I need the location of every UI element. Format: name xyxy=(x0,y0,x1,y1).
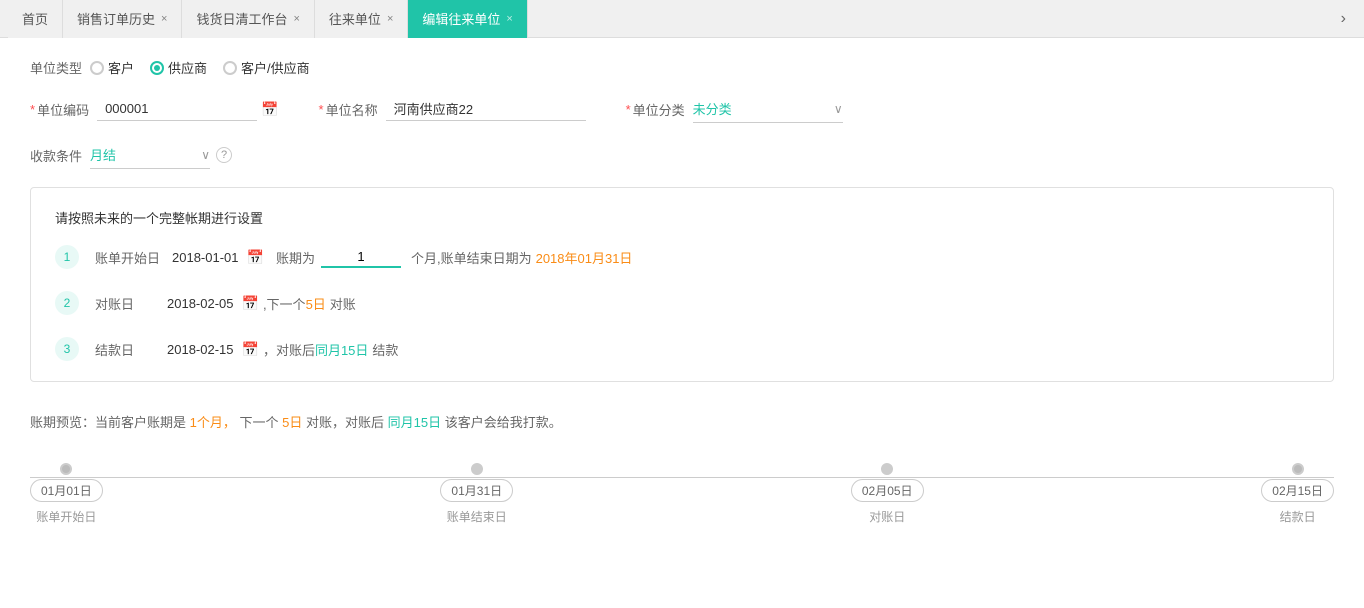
radio-supplier-label: 供应商 xyxy=(168,58,207,77)
tl-date-0: 01月01日 xyxy=(30,479,103,502)
tl-point-1: 01月31日 账单结束日 xyxy=(440,463,513,525)
step-1-calendar-icon[interactable]: 📅 xyxy=(247,249,264,266)
timeline: 01月01日 账单开始日 01月31日 账单结束日 02月05日 对账日 02月… xyxy=(30,455,1334,545)
preview-payment-suffix: 该客户会给我打款。 xyxy=(445,415,562,430)
step-3-date: 2018-02-15 xyxy=(167,342,234,357)
payment-terms-select[interactable]: 月结 ∨ xyxy=(90,141,210,169)
step-3-calendar-icon[interactable]: 📅 xyxy=(242,341,259,358)
period-input[interactable] xyxy=(321,247,401,268)
unit-category-label: 单位分类 xyxy=(633,100,685,119)
payment-terms-row: 收款条件 月结 ∨ ? xyxy=(30,141,1334,169)
step-2-prefix: ,下一个 xyxy=(263,294,306,313)
close-tab-edit-partner[interactable]: × xyxy=(506,13,512,25)
close-tab-cash-work[interactable]: × xyxy=(293,13,299,25)
unit-type-label: 单位类型 xyxy=(30,58,82,77)
close-tab-sales-history[interactable]: × xyxy=(161,13,167,25)
preview-payment-day: 同月15日 xyxy=(388,415,441,430)
tl-date-3: 02月15日 xyxy=(1261,479,1334,502)
preview-label: 账期预览：当前客户账期是 xyxy=(30,415,186,430)
preview-months: 1个月， xyxy=(190,415,236,430)
step-1-suffix: 账期为 xyxy=(276,248,315,267)
tl-dot-1 xyxy=(471,463,483,475)
step-1-row: 1 账单开始日 2018-01-01 📅 账期为 个月,账单结束日期为 2018… xyxy=(55,245,1309,269)
step-1-end-date: 2018年01月31日 xyxy=(536,248,633,267)
radio-customer[interactable]: 客户 xyxy=(90,58,134,77)
step-2-num: 2 xyxy=(55,291,79,315)
help-icon[interactable]: ? xyxy=(216,147,232,163)
tab-more-button[interactable]: › xyxy=(1331,10,1356,28)
unit-type-row: 单位类型 客户 供应商 客户/供应商 xyxy=(30,58,1334,77)
payment-terms-label: 收款条件 xyxy=(30,146,82,165)
tl-dot-3 xyxy=(1292,463,1304,475)
unit-name-group: * 单位名称 xyxy=(319,97,586,121)
step-2-day-highlight: 5日 xyxy=(306,294,326,313)
tab-partner-unit[interactable]: 往来单位 × xyxy=(315,0,408,38)
step-1-label: 账单开始日 xyxy=(95,248,160,267)
unit-type-radio-group: 客户 供应商 客户/供应商 xyxy=(90,58,310,77)
radio-supplier-circle xyxy=(150,61,164,75)
tl-dot-2 xyxy=(881,463,893,475)
radio-customer-circle xyxy=(90,61,104,75)
billing-section: 请按照未来的一个完整帐期进行设置 1 账单开始日 2018-01-01 📅 账期… xyxy=(30,187,1334,382)
tl-point-0: 01月01日 账单开始日 xyxy=(30,463,103,525)
payment-terms-arrow-icon: ∨ xyxy=(201,148,210,162)
tl-label-2: 对账日 xyxy=(869,508,905,525)
unit-category-group: * 单位分类 未分类 ∨ xyxy=(626,95,843,123)
close-tab-partner-unit[interactable]: × xyxy=(387,13,393,25)
tl-date-2: 02月05日 xyxy=(851,479,924,502)
unit-name-input[interactable] xyxy=(386,97,586,121)
step-1-num: 1 xyxy=(55,245,79,269)
tl-label-3: 结款日 xyxy=(1280,508,1316,525)
step-1-period-suffix: 个月,账单结束日期为 xyxy=(411,248,532,267)
step-2-calendar-icon[interactable]: 📅 xyxy=(242,295,259,312)
tl-label-1: 账单结束日 xyxy=(447,508,507,525)
preview-text: 账期预览：当前客户账期是 1个月， 下一个 5日 对账，对账后 同月15日 该客… xyxy=(30,412,1334,431)
step-3-day-highlight: 同月15日 xyxy=(315,340,368,359)
preview-section: 账期预览：当前客户账期是 1个月， 下一个 5日 对账，对账后 同月15日 该客… xyxy=(30,398,1334,553)
tab-cash-work[interactable]: 钱货日清工作台 × xyxy=(182,0,314,38)
tab-edit-partner[interactable]: 编辑往来单位 × xyxy=(408,0,527,38)
step-2-row: 2 对账日 2018-02-05 📅 ,下一个 5日 对账 xyxy=(55,291,1309,315)
radio-supplier[interactable]: 供应商 xyxy=(150,58,207,77)
timeline-points: 01月01日 账单开始日 01月31日 账单结束日 02月05日 对账日 02月… xyxy=(30,463,1334,525)
step-2-date: 2018-02-05 xyxy=(167,296,234,311)
tl-dot-0 xyxy=(60,463,72,475)
main-content: 单位类型 客户 供应商 客户/供应商 * 单位编码 📅 * 单位名称 xyxy=(0,38,1364,608)
unit-info-row: * 单位编码 📅 * 单位名称 * 单位分类 未分类 ∨ xyxy=(30,95,1334,123)
preview-reconcile-suffix: 对账，对账后 xyxy=(306,415,384,430)
tl-point-3: 02月15日 结款日 xyxy=(1261,463,1334,525)
step-3-num: 3 xyxy=(55,337,79,361)
preview-reconcile-prefix: 下一个 xyxy=(240,415,279,430)
unit-code-icon[interactable]: 📅 xyxy=(261,101,278,118)
step-3-label: 结款日 xyxy=(95,340,155,359)
section-title: 请按照未来的一个完整帐期进行设置 xyxy=(55,208,1309,227)
unit-category-select[interactable]: 未分类 ∨ xyxy=(693,95,843,123)
tl-label-0: 账单开始日 xyxy=(36,508,96,525)
unit-category-arrow-icon: ∨ xyxy=(834,102,843,116)
unit-code-group: * 单位编码 📅 xyxy=(30,97,279,121)
tl-point-2: 02月05日 对账日 xyxy=(851,463,924,525)
radio-customer-supplier-circle xyxy=(223,61,237,75)
tab-bar: 首页 销售订单历史 × 钱货日清工作台 × 往来单位 × 编辑往来单位 × › xyxy=(0,0,1364,38)
step-2-label: 对账日 xyxy=(95,294,155,313)
preview-reconcile-day: 5日 xyxy=(282,415,302,430)
unit-code-label: 单位编码 xyxy=(37,100,89,119)
tab-sales-history[interactable]: 销售订单历史 × xyxy=(63,0,182,38)
payment-terms-value: 月结 xyxy=(90,145,195,164)
tl-date-1: 01月31日 xyxy=(440,479,513,502)
step-1-date: 2018-01-01 xyxy=(172,250,239,265)
radio-customer-label: 客户 xyxy=(108,58,134,77)
step-3-row: 3 结款日 2018-02-15 📅 ，对账后 同月15日 结款 xyxy=(55,337,1309,361)
step-3-suffix: 结款 xyxy=(372,340,398,359)
unit-code-input[interactable] xyxy=(97,97,257,121)
radio-customer-supplier[interactable]: 客户/供应商 xyxy=(223,58,310,77)
unit-category-value: 未分类 xyxy=(693,99,828,118)
tab-home[interactable]: 首页 xyxy=(8,0,63,38)
step-3-prefix: ，对账后 xyxy=(263,340,315,359)
radio-customer-supplier-label: 客户/供应商 xyxy=(241,58,310,77)
unit-name-label: 单位名称 xyxy=(326,100,378,119)
step-2-suffix: 对账 xyxy=(330,294,356,313)
